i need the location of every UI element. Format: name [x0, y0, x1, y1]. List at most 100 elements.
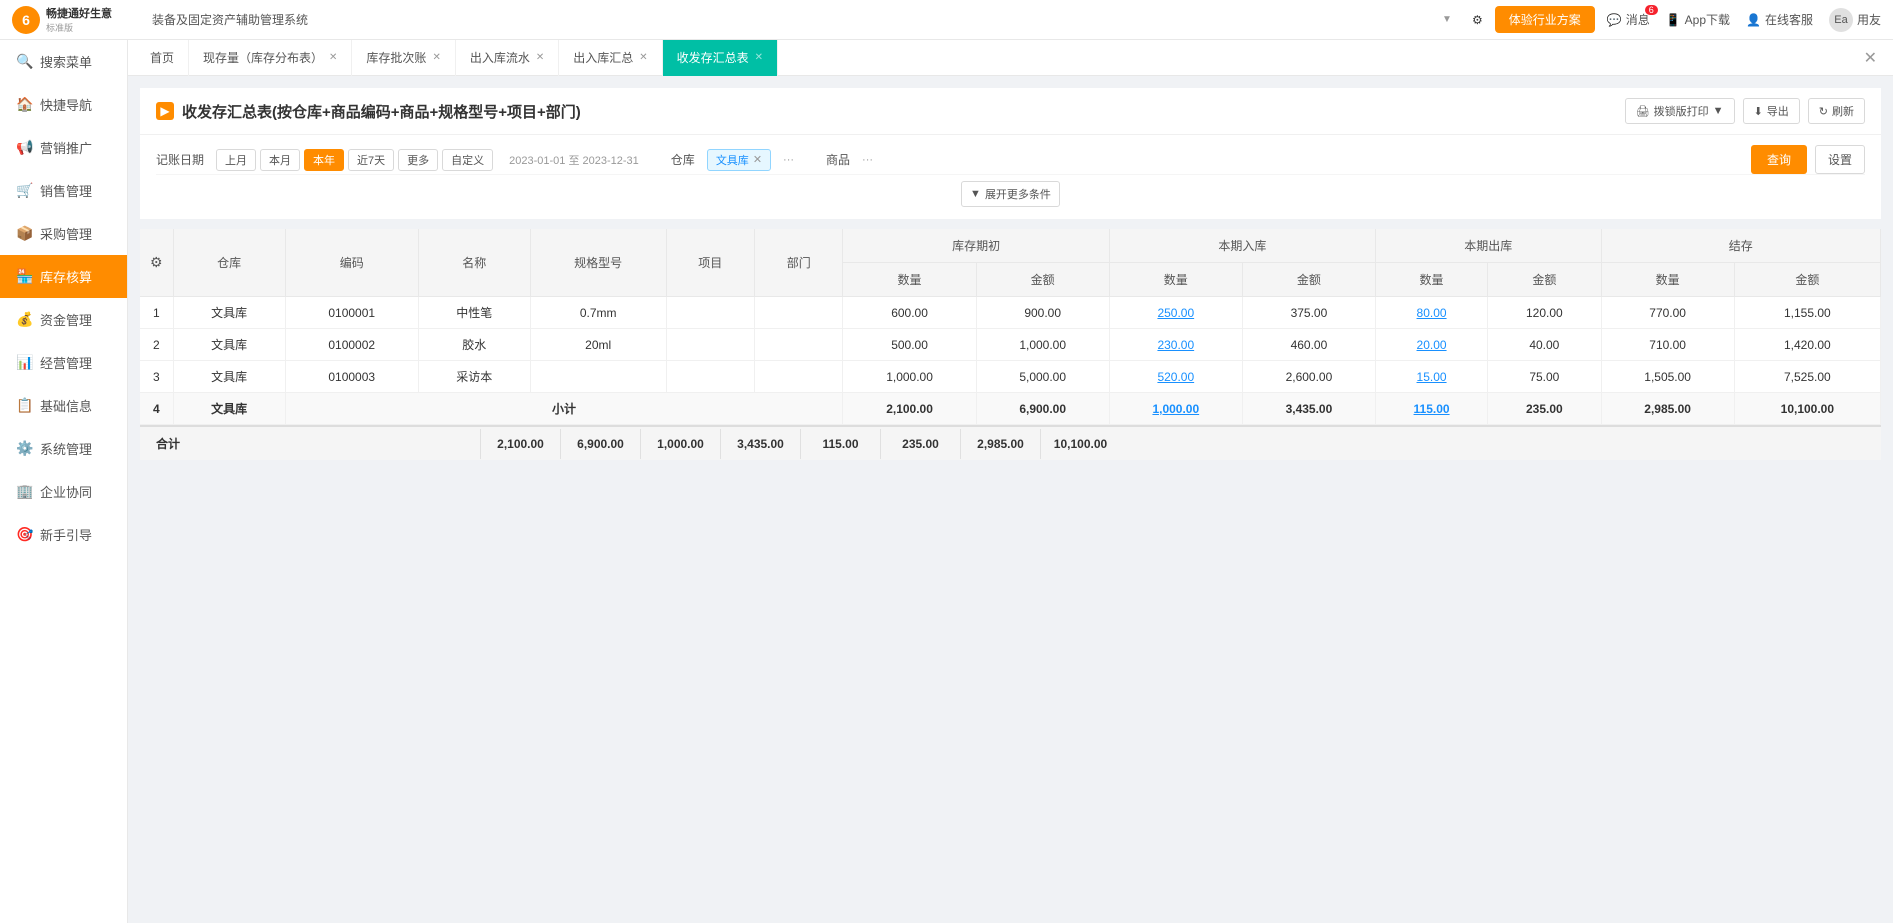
total-opening-amt: 6,900.00 — [560, 429, 640, 459]
refresh-btn[interactable]: ↻ 刷新 — [1808, 98, 1865, 124]
row2-out-amt: 40.00 — [1488, 329, 1601, 361]
tab-inout-summary[interactable]: 出入库汇总 ✕ — [559, 40, 662, 76]
tab-close-inout-flow[interactable]: ✕ — [536, 52, 544, 63]
row1-opening-qty: 600.00 — [843, 297, 976, 329]
row3-spec — [530, 361, 666, 393]
row2-dept — [755, 329, 843, 361]
row1-in-qty[interactable]: 250.00 — [1109, 297, 1242, 329]
row1-out-qty[interactable]: 80.00 — [1375, 297, 1487, 329]
date-btn-more[interactable]: 更多 — [398, 149, 438, 171]
product-more[interactable]: ··· — [862, 154, 873, 166]
subtotal-out-amt: 235.00 — [1488, 393, 1601, 425]
date-btn-this-year[interactable]: 本年 — [304, 149, 344, 171]
tab-close-batch[interactable]: ✕ — [432, 52, 440, 63]
th-out-qty: 数量 — [1375, 263, 1487, 297]
collapse-arrow[interactable]: ▶ — [156, 102, 174, 120]
table-settings-icon[interactable]: ⚙ — [150, 254, 163, 270]
th-opening-amt: 金额 — [976, 263, 1109, 297]
sidebar: 🔍 搜索菜单 🏠 快捷导航 📢 营销推广 🛒 销售管理 📦 采购管理 🏪 库存核… — [0, 40, 128, 923]
subtotal-row: 4 文具库 小计 2,100.00 6,900.00 1,000.00 3,43… — [140, 393, 1881, 425]
system-icon: ⚙️ — [16, 440, 32, 457]
tab-close-recv-send[interactable]: ✕ — [755, 52, 763, 63]
logo-area: 6 畅捷通好生意 标准版 — [12, 5, 140, 34]
settings-icon[interactable]: ⚙ — [1472, 13, 1483, 27]
total-label: 合计 — [140, 427, 480, 460]
row2-out-qty[interactable]: 20.00 — [1375, 329, 1487, 361]
date-btn-last-month[interactable]: 上月 — [216, 149, 256, 171]
sidebar-item-finance[interactable]: 💰 资金管理 — [0, 298, 127, 341]
row3-index: 3 — [140, 361, 173, 393]
date-shortcuts: 上月 本月 本年 近7天 更多 自定义 — [216, 149, 493, 171]
row3-code: 0100003 — [285, 361, 418, 393]
row1-spec: 0.7mm — [530, 297, 666, 329]
th-in-group: 本期入库 — [1109, 229, 1375, 263]
row2-opening-amt: 1,000.00 — [976, 329, 1109, 361]
table-row: 3 文具库 0100003 采访本 1,000.00 5,000.00 520.… — [140, 361, 1881, 393]
warehouse-more[interactable]: ··· — [783, 154, 794, 166]
row2-in-qty[interactable]: 230.00 — [1109, 329, 1242, 361]
sidebar-item-marketing[interactable]: 📢 营销推广 — [0, 126, 127, 169]
close-all-tabs[interactable]: ✕ — [1856, 48, 1885, 68]
subtotal-opening-amt: 6,900.00 — [976, 393, 1109, 425]
date-btn-this-month[interactable]: 本月 — [260, 149, 300, 171]
try-btn[interactable]: 体验行业方案 — [1495, 6, 1595, 33]
th-warehouse: 仓库 — [173, 229, 285, 297]
print-btn[interactable]: 🖨 拨锁版打印 ▼ — [1625, 98, 1735, 124]
subtotal-out-qty[interactable]: 115.00 — [1375, 393, 1487, 425]
export-btn[interactable]: ⬇ 导出 — [1743, 98, 1800, 124]
tab-close-inout-summary[interactable]: ✕ — [639, 52, 647, 63]
sidebar-item-basic[interactable]: 📋 基础信息 — [0, 384, 127, 427]
date-btn-7days[interactable]: 近7天 — [348, 149, 394, 171]
sidebar-item-inventory[interactable]: 🏪 库存核算 — [0, 255, 127, 298]
sidebar-item-system[interactable]: ⚙️ 系统管理 — [0, 427, 127, 470]
tab-inout-flow[interactable]: 出入库流水 ✕ — [456, 40, 559, 76]
enterprise-icon: 🏢 — [16, 483, 32, 500]
row3-project — [666, 361, 754, 393]
date-btn-custom[interactable]: 自定义 — [442, 149, 493, 171]
sidebar-item-operation[interactable]: 📊 经营管理 — [0, 341, 127, 384]
search-icon: 🔍 — [16, 53, 32, 70]
warehouse-filter-tag[interactable]: 文具库 ✕ — [707, 149, 771, 171]
user-btn[interactable]: Ea 用友 — [1829, 8, 1881, 32]
th-out-amt: 金额 — [1488, 263, 1601, 297]
th-in-qty: 数量 — [1109, 263, 1242, 297]
expand-btn[interactable]: ▼ 展开更多条件 — [961, 181, 1060, 207]
total-row: 合计 2,100.00 6,900.00 1,000.00 3,435.00 1… — [140, 425, 1881, 460]
tab-stock-dist[interactable]: 现存量（库存分布表） ✕ — [189, 40, 352, 76]
operation-icon: 📊 — [16, 354, 32, 371]
th-in-amt: 金额 — [1242, 263, 1375, 297]
row3-out-qty[interactable]: 15.00 — [1375, 361, 1487, 393]
page-content: ▶ 收发存汇总表(按仓库+商品编码+商品+规格型号+项目+部门) 🖨 拨锁版打印… — [128, 76, 1893, 923]
system-selector[interactable]: ▼ — [1442, 14, 1452, 25]
filter-row-1: 记账日期 上月 本月 本年 近7天 更多 自定义 2023-01-01 至 20… — [156, 145, 1865, 174]
top-actions: 💬 消息 6 📱 App下载 👤 在线客服 Ea 用友 — [1607, 8, 1881, 32]
tab-close-stock-dist[interactable]: ✕ — [329, 52, 337, 63]
filter-settings-btn[interactable]: 设置 — [1815, 145, 1865, 174]
sidebar-item-purchase[interactable]: 📦 采购管理 — [0, 212, 127, 255]
content-area: 首页 现存量（库存分布表） ✕ 库存批次账 ✕ 出入库流水 ✕ 出入库汇总 ✕ … — [128, 40, 1893, 923]
sidebar-item-search[interactable]: 🔍 搜索菜单 — [0, 40, 127, 83]
warehouse-label: 仓库 — [671, 151, 695, 168]
app-download-btn[interactable]: 📱 App下载 — [1666, 11, 1730, 28]
sidebar-item-newbie[interactable]: 🎯 新手引导 — [0, 513, 127, 556]
sidebar-item-quick[interactable]: 🏠 快捷导航 — [0, 83, 127, 126]
message-btn[interactable]: 💬 消息 6 — [1607, 11, 1650, 28]
row3-in-qty[interactable]: 520.00 — [1109, 361, 1242, 393]
row3-dept — [755, 361, 843, 393]
tab-home[interactable]: 首页 — [136, 40, 189, 76]
th-product-code: 编码 — [285, 229, 418, 297]
tab-batch[interactable]: 库存批次账 ✕ — [352, 40, 455, 76]
subtotal-in-amt: 3,435.00 — [1242, 393, 1375, 425]
sidebar-item-sales[interactable]: 🛒 销售管理 — [0, 169, 127, 212]
query-btn[interactable]: 查询 — [1751, 145, 1807, 174]
sidebar-item-enterprise[interactable]: 🏢 企业协同 — [0, 470, 127, 513]
subtotal-in-qty[interactable]: 1,000.00 — [1109, 393, 1242, 425]
th-project: 项目 — [666, 229, 754, 297]
online-service-btn[interactable]: 👤 在线客服 — [1746, 11, 1813, 28]
tab-recv-send[interactable]: 收发存汇总表 ✕ — [663, 40, 778, 76]
remove-warehouse-tag[interactable]: ✕ — [753, 153, 762, 166]
total-opening-qty: 2,100.00 — [480, 429, 560, 459]
total-in-qty: 1,000.00 — [640, 429, 720, 459]
row2-project — [666, 329, 754, 361]
row3-name: 采访本 — [418, 361, 530, 393]
